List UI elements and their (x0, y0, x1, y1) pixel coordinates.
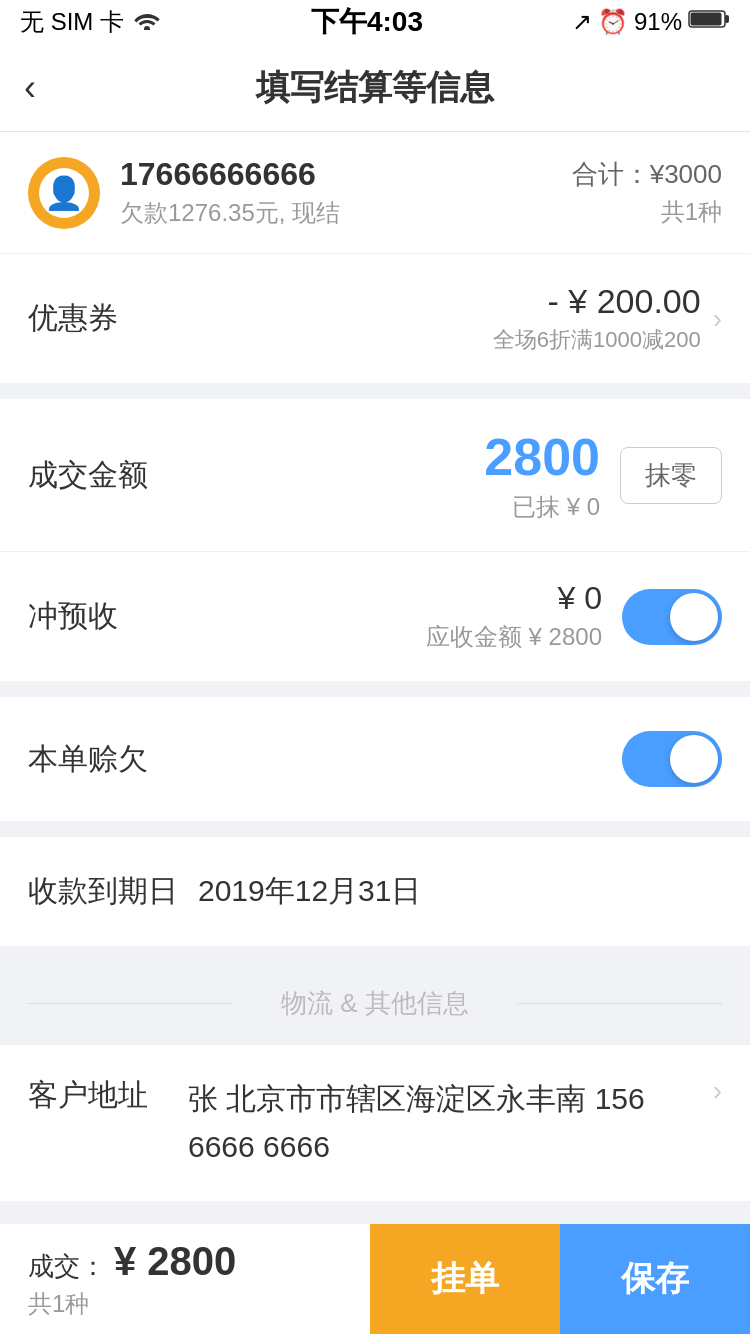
address-chevron-icon: › (713, 1075, 722, 1107)
discount-desc: 全场6折满1000减200 (493, 325, 701, 355)
precharge-toggle[interactable] (622, 589, 722, 645)
credit-label: 本单赊欠 (28, 739, 148, 780)
due-row: 收款到期日 2019年12月31日 (0, 837, 750, 946)
customer-phone: 17666666666 (120, 156, 340, 193)
status-right: ↗ ⏰ 91% (572, 8, 730, 36)
customer-card: 👤 17666666666 欠款1276.35元, 现结 合计：¥3000 共1… (0, 132, 750, 383)
due-label: 收款到期日 (28, 871, 178, 912)
total-count: 共1种 (572, 196, 722, 228)
credit-row: 本单赊欠 (0, 697, 750, 821)
wifi-icon (132, 8, 162, 36)
address-value: 张 北京市市辖区海淀区永丰南 156 6666 6666 (168, 1075, 713, 1171)
precharge-row: 冲预收 ¥ 0 应收金额 ¥ 2800 (0, 551, 750, 681)
customer-info: 17666666666 欠款1276.35元, 现结 (120, 156, 340, 229)
summary-count: 共1种 (28, 1288, 342, 1320)
content: 👤 17666666666 欠款1276.35元, 现结 合计：¥3000 共1… (0, 132, 750, 1334)
amount-label: 成交金额 (28, 455, 148, 496)
address-label: 客户地址 (28, 1075, 168, 1116)
precharge-label: 冲预收 (28, 596, 118, 637)
customer-left: 👤 17666666666 欠款1276.35元, 现结 (28, 156, 340, 229)
chevron-right-icon: › (713, 303, 722, 335)
bottom-bar: 成交： ¥ 2800 共1种 挂单 保存 (0, 1224, 750, 1334)
amount-value-block: 2800 已抹 ¥ 0 (484, 427, 600, 523)
svg-rect-2 (690, 13, 721, 26)
logistics-line-left (28, 1003, 233, 1004)
status-time: 下午4:03 (311, 3, 423, 41)
logistics-divider: 物流 & 其他信息 (0, 962, 750, 1045)
save-button[interactable]: 保存 (560, 1224, 750, 1334)
battery-text: 91% (634, 8, 682, 36)
status-left: 无 SIM 卡 (20, 6, 162, 38)
credit-toggle[interactable] (622, 731, 722, 787)
coupon-label: 优惠券 (28, 298, 118, 339)
page-title: 填写结算等信息 (256, 65, 494, 111)
person-icon: 👤 (44, 174, 84, 212)
bottom-summary: 成交： ¥ 2800 共1种 (0, 1239, 370, 1320)
nav-bar: ‹ 填写结算等信息 (0, 44, 750, 132)
precharge-value-block: ¥ 0 应收金额 ¥ 2800 (426, 580, 602, 653)
address-row[interactable]: 客户地址 张 北京市市辖区海淀区永丰南 156 6666 6666 › (0, 1045, 750, 1201)
signal-text: 无 SIM 卡 (20, 6, 124, 38)
amount-card: 成交金额 2800 已抹 ¥ 0 抹零 冲预收 ¥ 0 应收金额 ¥ 2800 (0, 399, 750, 681)
amount-value: 2800 (484, 427, 600, 487)
avatar: 👤 (28, 157, 100, 229)
amount-right: 2800 已抹 ¥ 0 抹零 (484, 427, 722, 523)
customer-right: 合计：¥3000 共1种 (572, 157, 722, 228)
credit-toggle-knob (670, 735, 718, 783)
amount-row: 成交金额 2800 已抹 ¥ 0 抹零 (0, 399, 750, 551)
hold-button[interactable]: 挂单 (370, 1224, 560, 1334)
toggle-knob (670, 593, 718, 641)
avatar-icon: 👤 (39, 168, 89, 218)
back-button[interactable]: ‹ (24, 67, 36, 109)
battery-icon (688, 8, 730, 36)
customer-debt: 欠款1276.35元, 现结 (120, 197, 340, 229)
summary-label: 成交： (28, 1249, 106, 1284)
summary-amount-row: 成交： ¥ 2800 (28, 1239, 342, 1284)
svg-rect-1 (725, 15, 729, 23)
discount-amount: - ¥ 200.00 (493, 282, 701, 321)
total-label: 合计：¥3000 (572, 157, 722, 192)
location-icon: ↗ (572, 8, 592, 36)
logistics-text: 物流 & 其他信息 (281, 986, 469, 1021)
customer-row: 👤 17666666666 欠款1276.35元, 现结 合计：¥3000 共1… (0, 132, 750, 253)
coupon-right: - ¥ 200.00 全场6折满1000减200 › (493, 282, 722, 355)
coupon-discount: - ¥ 200.00 全场6折满1000减200 (493, 282, 701, 355)
precharge-value: ¥ 0 (426, 580, 602, 617)
coupon-row[interactable]: 优惠券 - ¥ 200.00 全场6折满1000减200 › (0, 253, 750, 383)
precharge-right: ¥ 0 应收金额 ¥ 2800 (426, 580, 722, 653)
precharge-sub: 应收金额 ¥ 2800 (426, 621, 602, 653)
amount-sub: 已抹 ¥ 0 (484, 491, 600, 523)
alarm-icon: ⏰ (598, 8, 628, 36)
logistics-line-right (517, 1003, 722, 1004)
round-button[interactable]: 抹零 (620, 447, 722, 504)
summary-amount: ¥ 2800 (114, 1239, 236, 1284)
status-bar: 无 SIM 卡 下午4:03 ↗ ⏰ 91% (0, 0, 750, 44)
due-date-value: 2019年12月31日 (198, 871, 421, 912)
